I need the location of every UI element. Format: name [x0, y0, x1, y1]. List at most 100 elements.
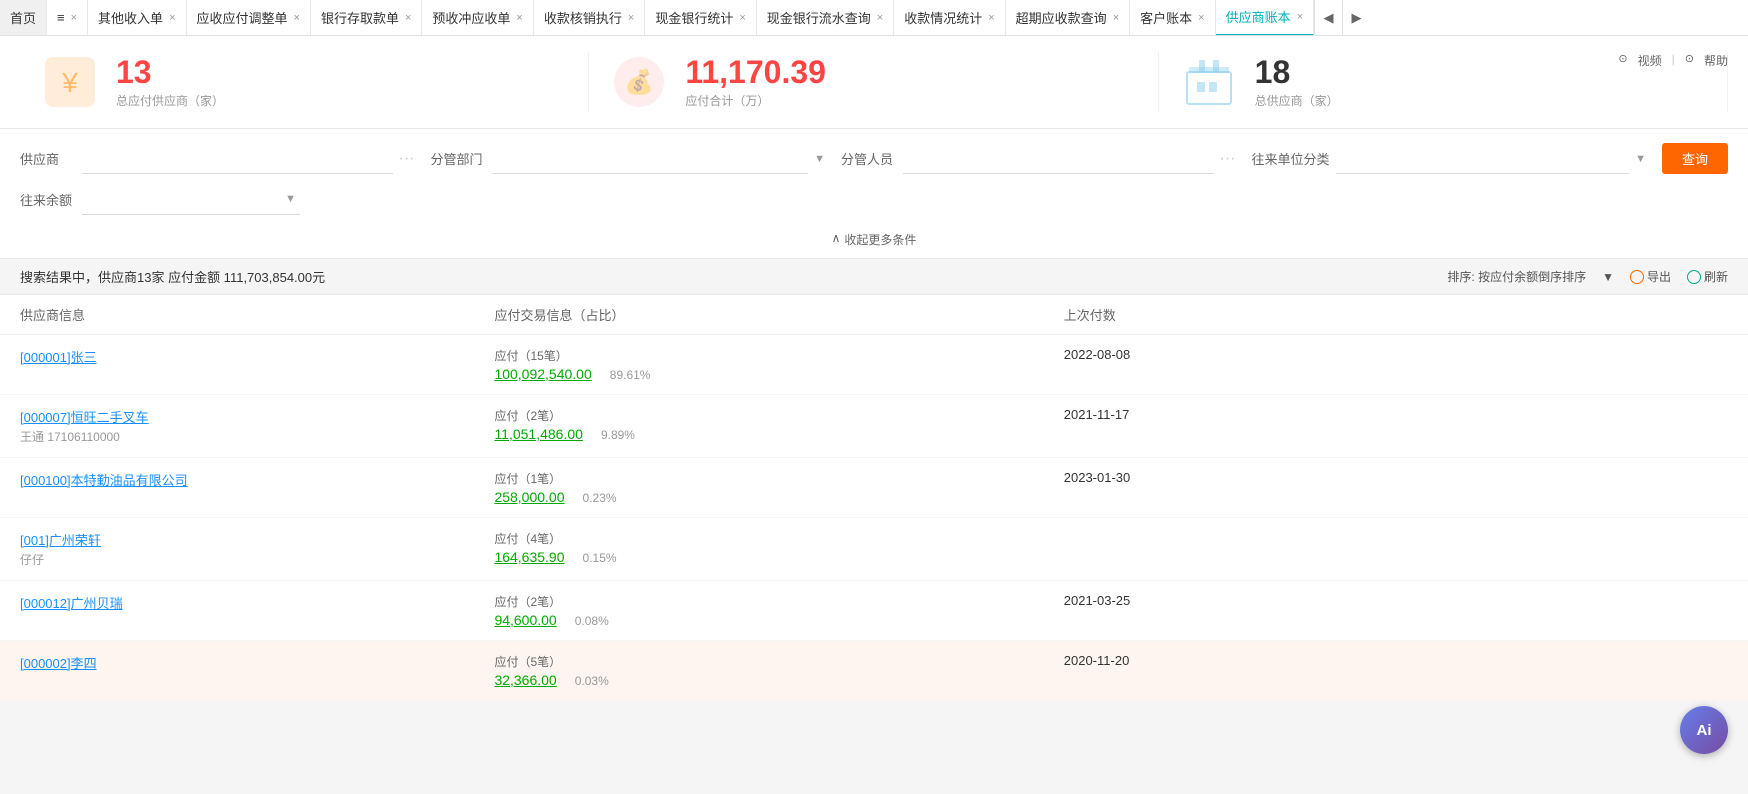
row-1-amount[interactable]: 11,051,486.00 — [494, 426, 583, 442]
row-4-supplier: [000012]广州贝瑞 — [20, 593, 494, 612]
nav-close-7[interactable]: × — [628, 12, 634, 24]
nav-close-5[interactable]: × — [405, 12, 411, 24]
nav-close-2[interactable]: × — [71, 12, 77, 24]
person-dots[interactable]: ··· — [1220, 150, 1236, 168]
nav-prepay[interactable]: 预收冲应收单 × — [422, 0, 533, 36]
sort-label[interactable]: 排序: 按应付余额倒序排序 — [1447, 268, 1586, 285]
row-4-percent: 0.08% — [575, 614, 609, 628]
balance-input[interactable] — [82, 184, 300, 214]
sort-dropdown-icon[interactable]: ▼ — [1602, 270, 1614, 284]
row-0-supplier-link[interactable]: [000001]张三 — [20, 347, 494, 366]
row-2-percent: 0.23% — [583, 491, 617, 505]
export-button[interactable]: 导出 — [1630, 268, 1671, 285]
row-5-lastpay: 2020-11-20 — [1064, 653, 1349, 668]
export-icon — [1630, 270, 1644, 284]
stat-3-content: 18 总供应商（家） — [1255, 56, 1339, 109]
dept-dropdown-icon[interactable]: ▼ — [814, 153, 825, 165]
row-3-amount[interactable]: 164,635.90 — [494, 549, 564, 565]
category-input[interactable] — [1336, 144, 1630, 174]
stats-bar: ¥ 13 总应付供应商（家） 💰 11,170.39 应付合计（万） — [0, 36, 1748, 129]
svg-text:¥: ¥ — [61, 67, 78, 98]
svg-text:💰: 💰 — [624, 68, 654, 96]
nav-arrow-left[interactable]: ◀ — [1314, 0, 1342, 36]
balance-label: 往来余额 — [20, 190, 76, 209]
row-5-amount[interactable]: 32,366.00 — [494, 672, 556, 688]
supplier-label: 供应商 — [20, 149, 76, 168]
nav-close-3[interactable]: × — [169, 12, 175, 24]
row-4-last-pay-date: 2021-03-25 — [1064, 593, 1131, 608]
row-0-lastpay: 2022-08-08 — [1064, 347, 1349, 362]
row-2-last-pay-date: 2023-01-30 — [1064, 470, 1131, 485]
video-link[interactable]: 视频 — [1638, 52, 1662, 69]
row-1-tx-label: 应付（2笔） — [494, 407, 1063, 424]
row-3-transaction: 应付（4笔） 164,635.90 0.15% — [494, 530, 1063, 565]
nav-close-10[interactable]: × — [988, 12, 994, 24]
person-label: 分管人员 — [841, 149, 897, 168]
top-nav: 首页 ≡ × 其他收入单 × 应收应付调整单 × 银行存取款单 × 预收冲应收单… — [0, 0, 1748, 36]
nav-close-4[interactable]: × — [294, 12, 300, 24]
stat-3-number: 18 — [1255, 56, 1339, 88]
table-row[interactable]: [000012]广州贝瑞 应付（2笔） 94,600.00 0.08% 2021… — [0, 581, 1748, 641]
nav-close-11[interactable]: × — [1113, 12, 1119, 24]
table-row[interactable]: [000100]本特勤油品有限公司 应付（1笔） 258,000.00 0.23… — [0, 458, 1748, 518]
nav-close-13[interactable]: × — [1297, 11, 1303, 23]
collapse-button[interactable]: ∧ 收起更多条件 — [20, 225, 1728, 250]
query-button[interactable]: 查询 — [1662, 143, 1728, 174]
nav-bank[interactable]: 银行存取款单 × — [311, 0, 422, 36]
nav-close-9[interactable]: × — [877, 12, 883, 24]
row-5-transaction: 应付（5笔） 32,366.00 0.03% — [494, 653, 1063, 688]
nav-tab-2[interactable]: ≡ × — [47, 0, 88, 36]
table-row[interactable]: [000007]恒旺二手叉车 王通 17106110000 应付（2笔） 11,… — [0, 395, 1748, 458]
row-3-supplier: [001]广州荣轩 仔仔 — [20, 530, 494, 568]
nav-collect[interactable]: 收款核销执行 × — [534, 0, 645, 36]
dept-input[interactable] — [493, 144, 809, 174]
row-4-amount[interactable]: 94,600.00 — [494, 612, 556, 628]
row-4-supplier-link[interactable]: [000012]广州贝瑞 — [20, 593, 494, 612]
nav-close-6[interactable]: × — [516, 12, 522, 24]
row-0-tx-row: 100,092,540.00 89.61% — [494, 364, 1063, 382]
nav-cash-flow[interactable]: 现金银行流水查询 × — [757, 0, 894, 36]
nav-other-income[interactable]: 其他收入单 × — [88, 0, 186, 36]
row-1-supplier-link[interactable]: [000007]恒旺二手叉车 — [20, 407, 494, 426]
filter-balance: 往来余额 ▼ — [20, 184, 300, 215]
table-container: 供应商信息 应付交易信息（占比） 上次付数 [000001]张三 应付（15笔）… — [0, 295, 1748, 701]
row-3-sub: 仔仔 — [20, 551, 494, 568]
table-row[interactable]: [000002]李四 应付（5笔） 32,366.00 0.03% 2020-1… — [0, 641, 1748, 701]
result-info: 搜索结果中，供应商13家 应付金额 111,703,854.00元 — [20, 267, 325, 286]
row-1-supplier: [000007]恒旺二手叉车 王通 17106110000 — [20, 407, 494, 445]
nav-home[interactable]: 首页 — [0, 0, 47, 36]
row-2-tx-label: 应付（1笔） — [494, 470, 1063, 487]
table-row[interactable]: [001]广州荣轩 仔仔 应付（4笔） 164,635.90 0.15% — [0, 518, 1748, 581]
nav-supplier-book[interactable]: 供应商账本 × — [1216, 0, 1314, 36]
supplier-dots[interactable]: ··· — [399, 150, 415, 168]
balance-dropdown-icon[interactable]: ▼ — [285, 193, 296, 205]
nav-overdue[interactable]: 超期应收款查询 × — [1006, 0, 1130, 36]
row-5-last-pay-date: 2020-11-20 — [1064, 653, 1130, 668]
stat-icon-3 — [1179, 52, 1239, 112]
category-dropdown-icon[interactable]: ▼ — [1635, 153, 1646, 165]
nav-close-12[interactable]: × — [1198, 12, 1204, 24]
nav-cash-stat[interactable]: 现金银行统计 × — [645, 0, 756, 36]
ai-button[interactable]: Ai — [1680, 706, 1728, 754]
row-3-supplier-link[interactable]: [001]广州荣轩 — [20, 530, 494, 549]
person-input[interactable] — [903, 144, 1214, 174]
row-2-amount[interactable]: 258,000.00 — [494, 489, 564, 505]
refresh-button[interactable]: 刷新 — [1687, 268, 1728, 285]
supplier-input[interactable] — [82, 144, 393, 174]
row-5-supplier: [000002]李四 — [20, 653, 494, 672]
row-2-supplier-link[interactable]: [000100]本特勤油品有限公司 — [20, 470, 494, 489]
nav-close-8[interactable]: × — [739, 12, 745, 24]
help-link[interactable]: 帮助 — [1704, 52, 1728, 69]
nav-customer-book[interactable]: 客户账本 × — [1130, 0, 1215, 36]
row-1-sub: 王通 17106110000 — [20, 428, 494, 445]
row-1-lastpay: 2021-11-17 — [1064, 407, 1349, 422]
row-5-supplier-link[interactable]: [000002]李四 — [20, 653, 494, 672]
nav-arrow-right[interactable]: ▶ — [1342, 0, 1370, 36]
nav-adjust[interactable]: 应收应付调整单 × — [187, 0, 311, 36]
circle-icon-2: ⊙ — [1685, 52, 1694, 69]
row-0-amount[interactable]: 100,092,540.00 — [494, 366, 591, 382]
table-row[interactable]: [000001]张三 应付（15笔） 100,092,540.00 89.61%… — [0, 335, 1748, 395]
refresh-icon — [1687, 270, 1701, 284]
row-0-percent: 89.61% — [610, 368, 651, 382]
nav-collect-stat[interactable]: 收款情况统计 × — [894, 0, 1005, 36]
